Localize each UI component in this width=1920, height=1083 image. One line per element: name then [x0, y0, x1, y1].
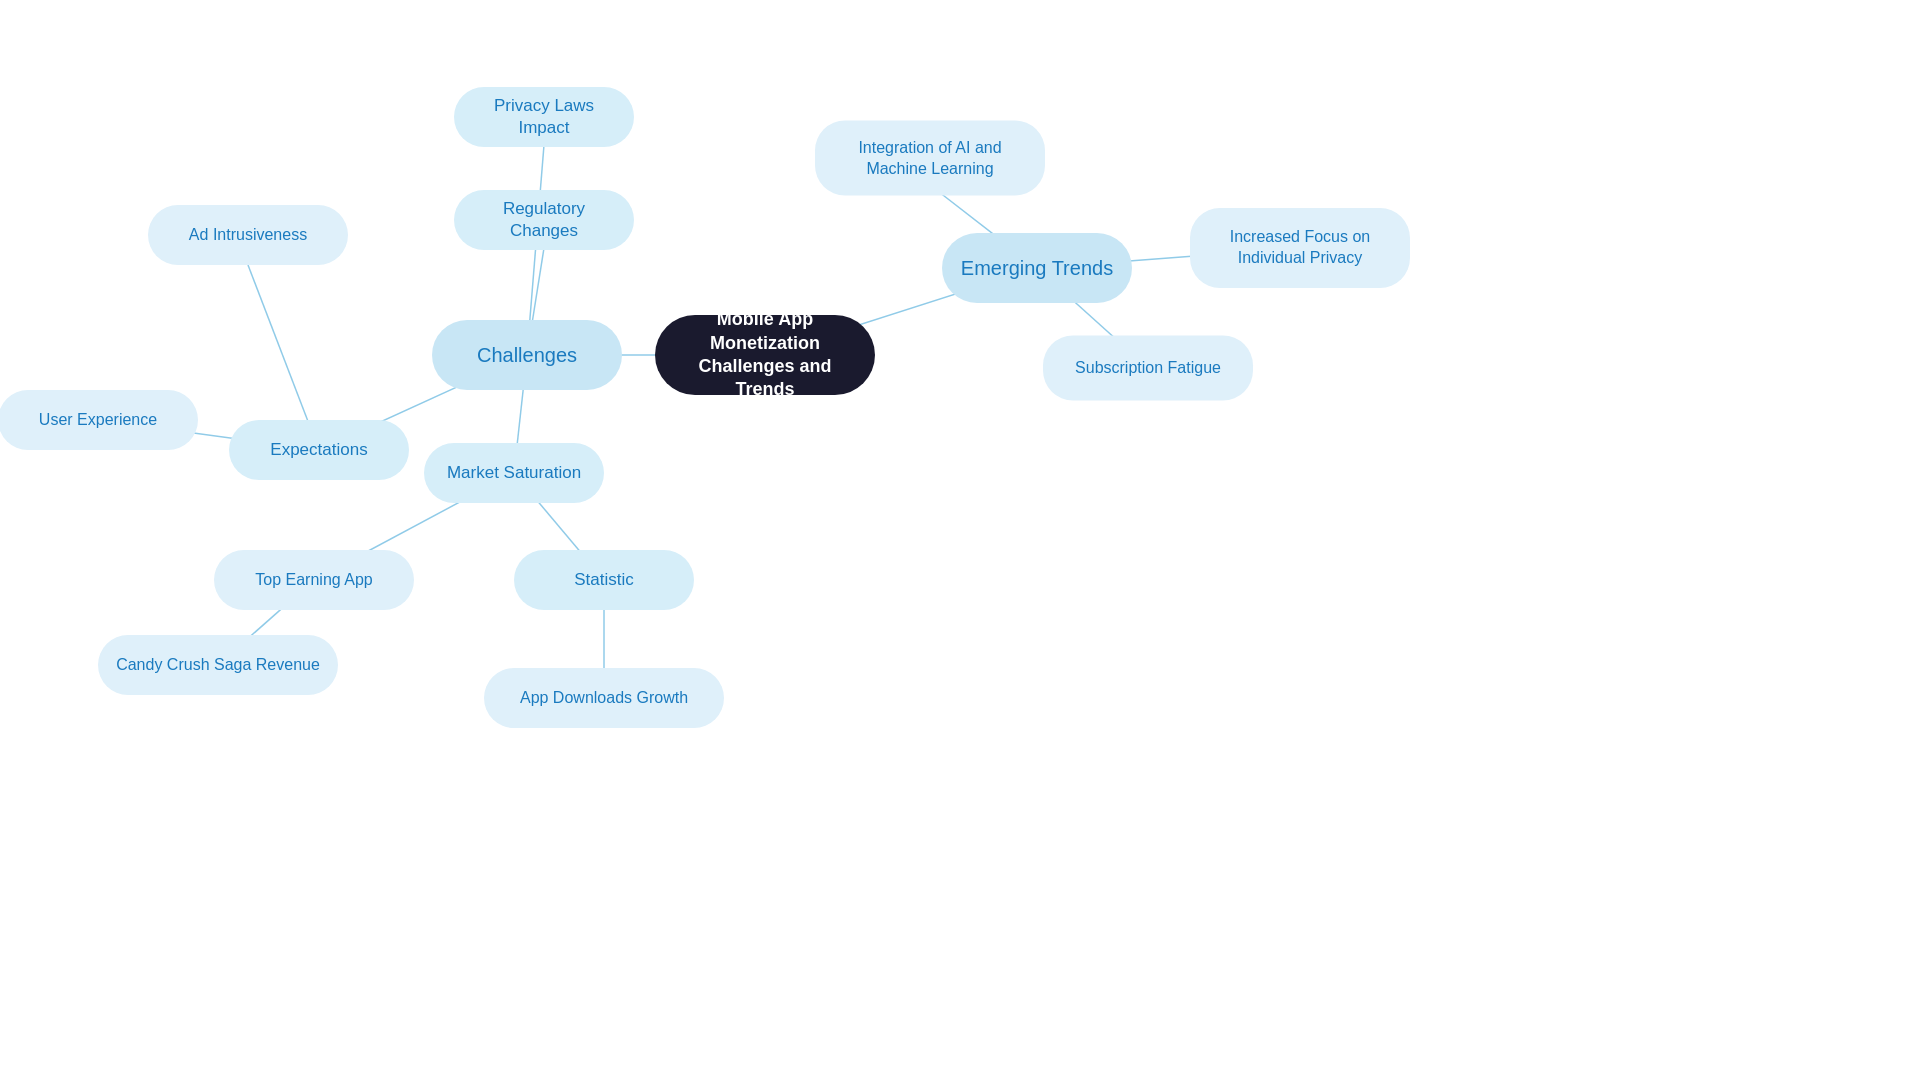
subscription-fatigue-node[interactable]: Subscription Fatigue — [1043, 336, 1253, 401]
emerging-trends-node[interactable]: Emerging Trends — [942, 233, 1132, 303]
candy-crush-node[interactable]: Candy Crush Saga Revenue — [98, 635, 338, 695]
app-downloads-node[interactable]: App Downloads Growth — [484, 668, 724, 728]
market-saturation-node[interactable]: Market Saturation — [424, 443, 604, 503]
privacy-laws-node[interactable]: Privacy Laws Impact — [454, 87, 634, 147]
mindmap-container: Mobile App Monetization Challenges and T… — [0, 0, 1920, 1083]
regulatory-changes-node[interactable]: Regulatory Changes — [454, 190, 634, 250]
individual-privacy-node[interactable]: Increased Focus on Individual Privacy — [1190, 208, 1410, 288]
challenges-node[interactable]: Challenges — [432, 320, 622, 390]
top-earning-app-node[interactable]: Top Earning App — [214, 550, 414, 610]
user-experience-node[interactable]: User Experience — [0, 390, 198, 450]
ai-machine-node[interactable]: Integration of AI and Machine Learning — [815, 121, 1045, 196]
ad-intrusiveness-node[interactable]: Ad Intrusiveness — [148, 205, 348, 265]
statistic-node[interactable]: Statistic — [514, 550, 694, 610]
center-node[interactable]: Mobile App Monetization Challenges and T… — [655, 315, 875, 395]
expectations-node[interactable]: Expectations — [229, 420, 409, 480]
